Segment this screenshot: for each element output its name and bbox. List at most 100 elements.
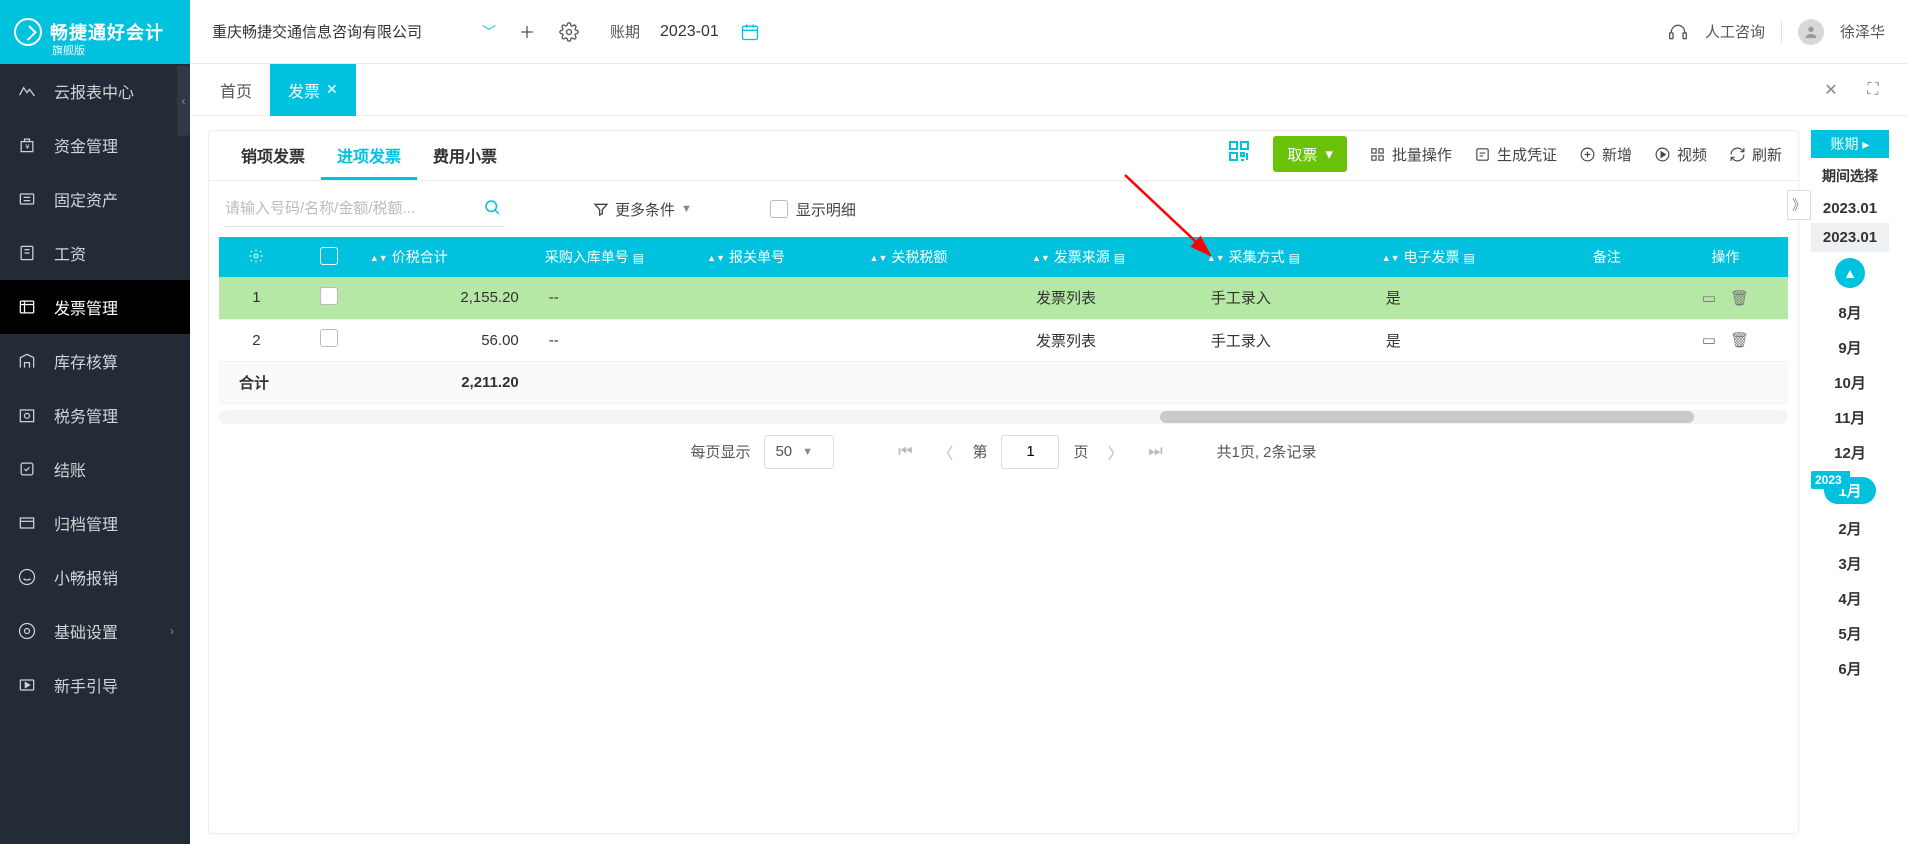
calendar-icon[interactable]	[739, 21, 761, 43]
sidebar-item-0[interactable]: 云报表中心	[0, 64, 190, 118]
sidebar-item-10[interactable]: 基础设置›	[0, 604, 190, 658]
horizontal-scrollbar[interactable]	[219, 410, 1788, 424]
view-icon[interactable]: ▭	[1702, 289, 1716, 307]
row-checkbox[interactable]	[294, 277, 364, 319]
sidebar-item-4[interactable]: 发票管理	[0, 280, 190, 334]
next-page-button[interactable]: 〉	[1103, 440, 1129, 464]
sidebar-label: 税务管理	[54, 403, 118, 427]
sidebar-item-11[interactable]: 新手引导	[0, 658, 190, 712]
avatar[interactable]	[1798, 19, 1824, 45]
gen-voucher-button[interactable]: 生成凭证	[1474, 144, 1557, 165]
page-tab-1[interactable]: 发票✕	[270, 64, 356, 116]
filter-icon[interactable]: ▤	[1114, 251, 1125, 265]
rail-month[interactable]: 5月	[1811, 621, 1889, 646]
sub-tab-1[interactable]: 进项发票	[321, 143, 417, 180]
rail-month[interactable]: 11月	[1811, 405, 1889, 430]
sidebar-item-7[interactable]: 结账	[0, 442, 190, 496]
fetch-invoice-button[interactable]: 取票▾	[1273, 136, 1347, 172]
video-button[interactable]: 视频	[1654, 144, 1707, 165]
sidebar-item-1[interactable]: ¥资金管理	[0, 118, 190, 172]
sub-tab-2[interactable]: 费用小票	[417, 143, 513, 180]
sidebar-label: 资金管理	[54, 133, 118, 157]
nav-icon	[16, 620, 38, 642]
filter-icon[interactable]: ▤	[1464, 251, 1475, 265]
add-button[interactable]: 新增	[1579, 144, 1632, 165]
page-input[interactable]	[1001, 435, 1059, 469]
rail-month[interactable]: 8月	[1811, 300, 1889, 325]
sidebar-label: 发票管理	[54, 295, 118, 319]
sidebar-item-8[interactable]: 归档管理	[0, 496, 190, 550]
rail-month[interactable]: 9月	[1811, 335, 1889, 360]
qrcode-icon[interactable]	[1227, 139, 1251, 169]
rail-year-1[interactable]: 2023.01	[1811, 194, 1889, 223]
page-summary: 共1页, 2条记录	[1217, 441, 1317, 462]
view-icon[interactable]: ▭	[1702, 331, 1716, 349]
delete-icon[interactable]: 🗑	[1730, 331, 1749, 349]
rail-month[interactable]: 3月	[1811, 551, 1889, 576]
footer-amount: 2,211.20	[364, 361, 539, 403]
search-input[interactable]	[225, 191, 505, 227]
chevron-down-icon: ﹀	[482, 22, 496, 42]
col-dutytax[interactable]: ▲▼关税税额	[864, 237, 1026, 277]
table-row[interactable]: 256.00--发票列表手工录入是▭🗑	[219, 319, 1788, 361]
col-amount[interactable]: ▲▼价税合计	[364, 237, 539, 277]
nav-icon	[16, 512, 38, 534]
sidebar-item-6[interactable]: 税务管理	[0, 388, 190, 442]
col-mode[interactable]: ▲▼采集方式▤	[1201, 237, 1376, 277]
filter-icon[interactable]: ▤	[1289, 251, 1300, 265]
sidebar-item-3[interactable]: 工资	[0, 226, 190, 280]
rail-month[interactable]: 12月	[1811, 440, 1889, 465]
org-name: 重庆畅捷交通信息咨询有限公司	[212, 21, 422, 42]
fullscreen-icon[interactable]: ⛶	[1859, 76, 1887, 104]
close-all-tabs-button[interactable]: ✕	[1817, 76, 1845, 104]
select-all-checkbox[interactable]	[294, 237, 364, 277]
page-word2: 页	[1073, 441, 1088, 462]
last-page-button[interactable]: ⏭	[1143, 443, 1169, 461]
sidebar-item-2[interactable]: 固定资产	[0, 172, 190, 226]
period-rail-button[interactable]: 账期 ▸	[1811, 130, 1889, 158]
rail-month[interactable]: 4月	[1811, 586, 1889, 611]
rail-expand-toggle[interactable]: 》	[1787, 190, 1811, 220]
org-selector[interactable]: 重庆畅捷交通信息咨询有限公司 ﹀	[212, 21, 496, 42]
rail-month[interactable]: 10月	[1811, 370, 1889, 395]
col-note[interactable]: 备注	[1551, 237, 1663, 277]
show-detail-checkbox[interactable]: 显示明细	[770, 199, 856, 220]
sidebar-item-9[interactable]: 小畅报销	[0, 550, 190, 604]
col-po[interactable]: 采购入库单号▤	[539, 237, 701, 277]
filter-icon[interactable]: ▤	[633, 251, 644, 265]
first-page-button[interactable]: ⏮	[892, 443, 918, 461]
gear-column[interactable]	[219, 237, 294, 277]
support-link[interactable]: 人工咨询	[1705, 21, 1765, 42]
rail-month[interactable]: 20231月	[1811, 475, 1889, 506]
delete-icon[interactable]: 🗑	[1730, 289, 1749, 307]
tab-close-icon[interactable]: ✕	[326, 81, 338, 98]
scroll-top-icon[interactable]: ▲	[1835, 258, 1865, 288]
prev-page-button[interactable]: 〈	[932, 440, 958, 464]
per-page-select[interactable]: 50▼	[764, 435, 834, 469]
table-row[interactable]: 12,155.20--发票列表手工录入是▭🗑	[219, 277, 1788, 319]
rail-month[interactable]: 2月	[1811, 516, 1889, 541]
user-name[interactable]: 徐泽华	[1840, 21, 1885, 42]
rail-month[interactable]: 6月	[1811, 656, 1889, 681]
headset-icon[interactable]	[1667, 21, 1689, 43]
search-icon[interactable]	[483, 198, 501, 221]
more-filters-button[interactable]: 更多条件 ▼	[593, 199, 692, 220]
col-customs[interactable]: ▲▼报关单号	[701, 237, 863, 277]
sidebar-collapse-toggle[interactable]: ‹	[177, 66, 190, 136]
sidebar-item-5[interactable]: 库存核算	[0, 334, 190, 388]
page-tab-0[interactable]: 首页	[202, 64, 270, 116]
rail-year-2[interactable]: 2023.01	[1811, 223, 1889, 252]
row-checkbox[interactable]	[294, 319, 364, 361]
sub-tab-0[interactable]: 销项发票	[225, 143, 321, 180]
refresh-button[interactable]: 刷新	[1729, 144, 1782, 165]
col-source[interactable]: ▲▼发票来源▤	[1026, 237, 1201, 277]
settings-icon[interactable]	[558, 21, 580, 43]
nav-icon	[16, 242, 38, 264]
nav-icon	[16, 350, 38, 372]
batch-ops-button[interactable]: 批量操作	[1369, 144, 1452, 165]
col-einv[interactable]: ▲▼电子发票▤	[1376, 237, 1551, 277]
app-logo: 畅捷通好会计 旗舰版	[0, 0, 190, 64]
add-org-button[interactable]	[516, 21, 538, 43]
divider	[1781, 22, 1782, 42]
footer-label: 合计	[219, 361, 364, 403]
